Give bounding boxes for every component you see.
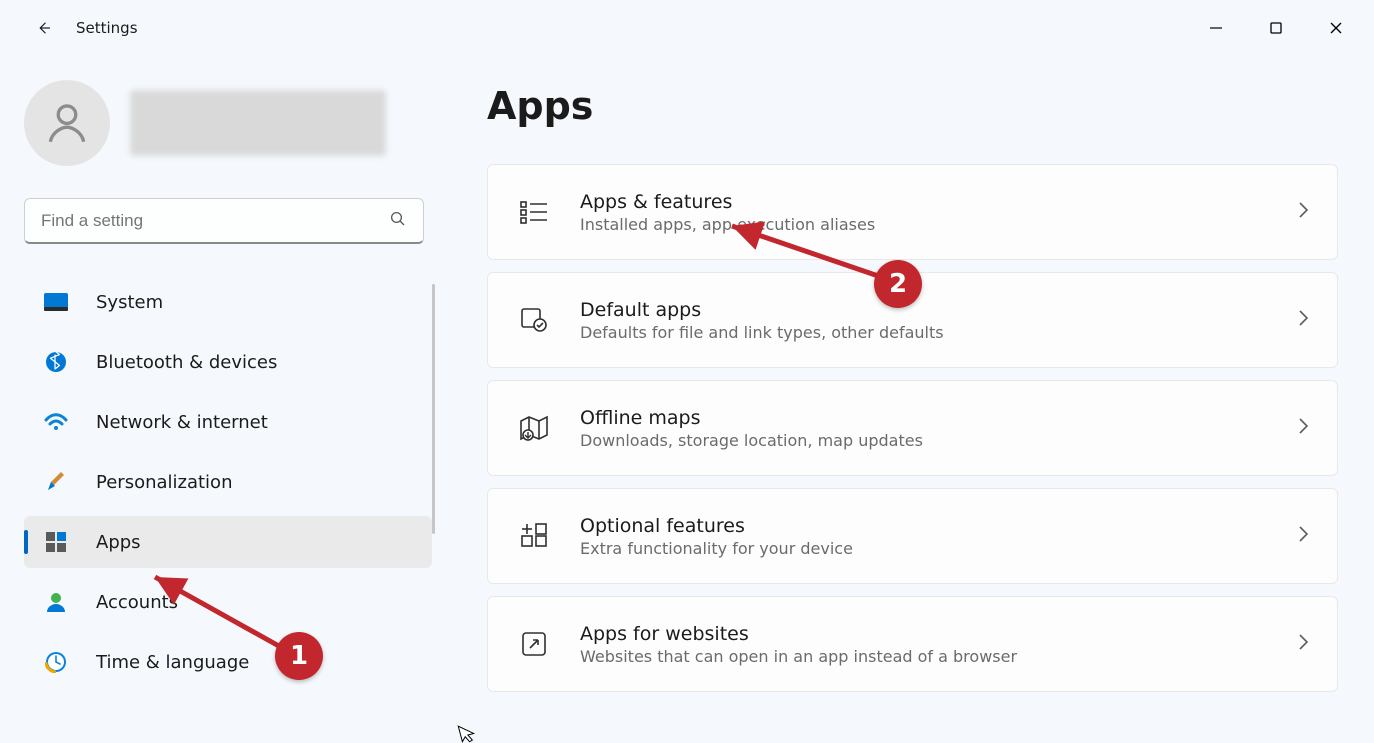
card-subtitle: Defaults for file and link types, other … <box>580 323 1269 342</box>
card-subtitle: Installed apps, app execution aliases <box>580 215 1269 234</box>
title-bar: Settings <box>0 0 1374 56</box>
nav-list: System Bluetooth & devices Network & int… <box>24 272 433 692</box>
close-button[interactable] <box>1306 8 1366 48</box>
card-subtitle: Websites that can open in an app instead… <box>580 647 1269 666</box>
sidebar-item-label: System <box>96 292 163 313</box>
sidebar-item-network[interactable]: Network & internet <box>24 396 432 448</box>
back-button[interactable] <box>24 8 64 48</box>
sidebar-item-bluetooth[interactable]: Bluetooth & devices <box>24 336 432 388</box>
apps-icon <box>42 528 70 556</box>
bluetooth-icon <box>42 348 70 376</box>
avatar <box>24 80 110 166</box>
card-subtitle: Extra functionality for your device <box>580 539 1269 558</box>
sidebar-item-label: Accounts <box>96 592 178 613</box>
profile-name-redacted <box>130 90 386 156</box>
annotation-badge-1: 1 <box>275 632 323 680</box>
clock-icon <box>42 648 70 676</box>
list-icon <box>516 194 552 230</box>
card-title: Apps for websites <box>580 623 1269 645</box>
apps-websites-icon <box>516 626 552 662</box>
sidebar-item-apps[interactable]: Apps <box>24 516 432 568</box>
default-apps-icon <box>516 302 552 338</box>
chevron-right-icon <box>1297 633 1309 655</box>
scrollbar-thumb[interactable] <box>432 284 435 534</box>
search-icon <box>389 210 407 232</box>
chevron-right-icon <box>1297 201 1309 223</box>
paintbrush-icon <box>42 468 70 496</box>
sidebar-item-system[interactable]: System <box>24 276 432 328</box>
system-icon <box>42 288 70 316</box>
chevron-right-icon <box>1297 309 1309 331</box>
card-apps-for-websites[interactable]: Apps for websites Websites that can open… <box>487 596 1338 692</box>
sidebar-item-label: Network & internet <box>96 412 268 433</box>
sidebar-item-time-language[interactable]: Time & language <box>24 636 432 688</box>
sidebar-item-personalization[interactable]: Personalization <box>24 456 432 508</box>
app-title: Settings <box>76 19 138 37</box>
sidebar-item-label: Time & language <box>96 652 249 673</box>
page-title: Apps <box>487 84 1338 128</box>
chevron-right-icon <box>1297 525 1309 547</box>
card-title: Optional features <box>580 515 1269 537</box>
card-optional-features[interactable]: Optional features Extra functionality fo… <box>487 488 1338 584</box>
card-subtitle: Downloads, storage location, map updates <box>580 431 1269 450</box>
chevron-right-icon <box>1297 417 1309 439</box>
card-title: Default apps <box>580 299 1269 321</box>
sidebar-item-label: Apps <box>96 532 141 553</box>
card-offline-maps[interactable]: Offline maps Downloads, storage location… <box>487 380 1338 476</box>
map-icon <box>516 410 552 446</box>
accounts-icon <box>42 588 70 616</box>
content-area: Apps Apps & features Installed apps, app… <box>445 56 1374 743</box>
search-box[interactable] <box>24 198 424 244</box>
minimize-button[interactable] <box>1186 8 1246 48</box>
annotation-badge-2: 2 <box>874 260 922 308</box>
profile-section[interactable] <box>24 80 433 166</box>
card-title: Apps & features <box>580 191 1269 213</box>
window-controls <box>1186 8 1366 48</box>
sidebar-item-accounts[interactable]: Accounts <box>24 576 432 628</box>
grid-plus-icon <box>516 518 552 554</box>
card-title: Offline maps <box>580 407 1269 429</box>
maximize-button[interactable] <box>1246 8 1306 48</box>
sidebar-item-label: Bluetooth & devices <box>96 352 277 373</box>
wifi-icon <box>42 408 70 436</box>
card-apps-features[interactable]: Apps & features Installed apps, app exec… <box>487 164 1338 260</box>
sidebar-item-label: Personalization <box>96 472 232 493</box>
sidebar: System Bluetooth & devices Network & int… <box>0 56 445 743</box>
search-input[interactable] <box>41 211 389 231</box>
